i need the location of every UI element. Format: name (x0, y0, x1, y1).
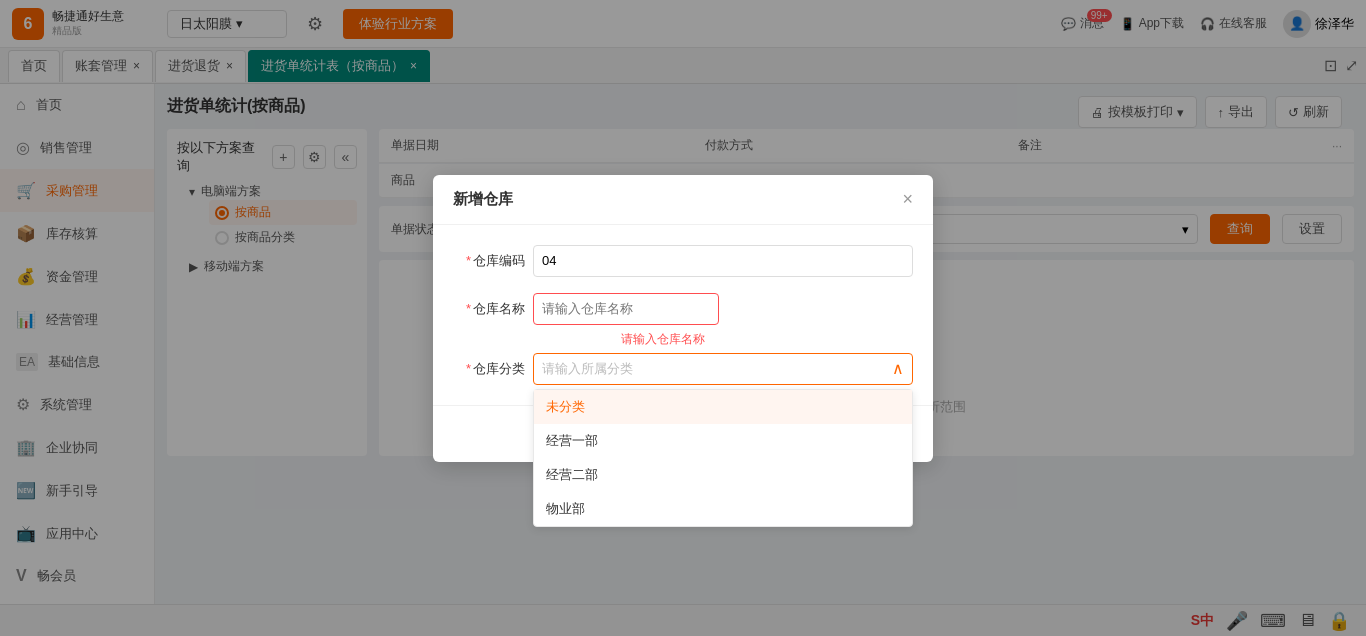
modal-overlay: 新增仓库 × 仓库编码 仓库名称 请输入仓库名称 仓库分类 (0, 0, 1366, 636)
add-warehouse-modal: 新增仓库 × 仓库编码 仓库名称 请输入仓库名称 仓库分类 (433, 175, 933, 462)
dropdown-item-uncategorized[interactable]: 未分类 (534, 390, 912, 424)
category-dropdown-trigger[interactable]: 请输入所属分类 ∧ (533, 353, 913, 385)
modal-header: 新增仓库 × (433, 175, 933, 225)
form-row-category: 仓库分类 请输入所属分类 ∧ 未分类 经营一部 经营二部 物业部 (453, 353, 913, 385)
dropdown-item-dept2[interactable]: 经营二部 (534, 458, 912, 492)
form-row-name: 仓库名称 请输入仓库名称 (453, 293, 913, 325)
modal-close-button[interactable]: × (902, 189, 913, 210)
category-dropdown-wrap: 请输入所属分类 ∧ 未分类 经营一部 经营二部 物业部 (533, 353, 913, 385)
modal-body: 仓库编码 仓库名称 请输入仓库名称 仓库分类 请输入所属分类 ∧ (433, 225, 933, 405)
name-label: 仓库名称 (453, 293, 533, 318)
code-label: 仓库编码 (453, 245, 533, 270)
name-error-tip: 请输入仓库名称 (621, 331, 705, 348)
category-dropdown-list: 未分类 经营一部 经营二部 物业部 (533, 389, 913, 527)
form-row-code: 仓库编码 (453, 245, 913, 277)
dropdown-item-dept1[interactable]: 经营一部 (534, 424, 912, 458)
dropdown-item-property[interactable]: 物业部 (534, 492, 912, 526)
modal-title: 新增仓库 (453, 190, 513, 209)
dropdown-arrow-icon: ∧ (892, 359, 904, 378)
code-input[interactable] (533, 245, 913, 277)
name-input-wrap: 请输入仓库名称 (533, 293, 913, 325)
category-label: 仓库分类 (453, 353, 533, 378)
name-input[interactable] (533, 293, 719, 325)
category-placeholder: 请输入所属分类 (542, 360, 633, 378)
